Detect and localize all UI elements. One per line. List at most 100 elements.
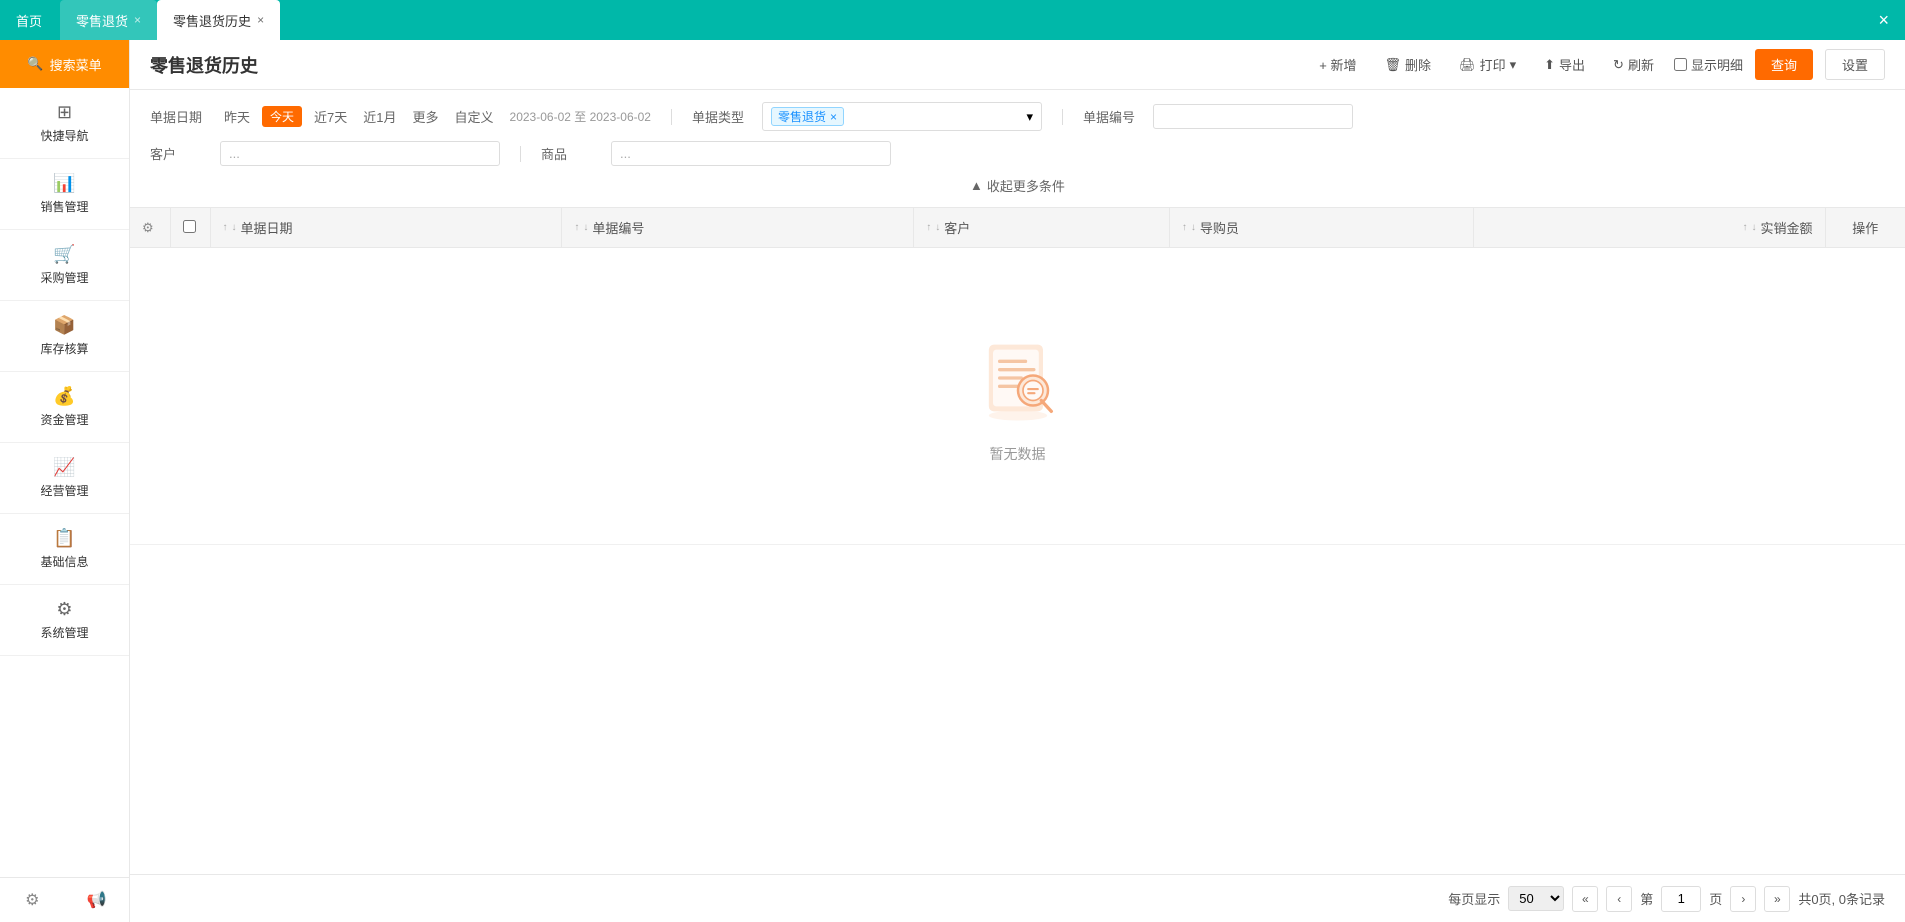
empty-state-cell: 暂无数据 bbox=[130, 248, 1905, 545]
select-all-checkbox[interactable] bbox=[183, 220, 196, 233]
th-doc-date-sortable[interactable]: ↑ ↓ 单据日期 bbox=[223, 218, 550, 237]
tab-retail-return-history[interactable]: 零售退货历史 × bbox=[157, 0, 280, 40]
doc-number-sort-asc: ↑ bbox=[574, 222, 579, 233]
volume-bottom-btn[interactable]: 📢 bbox=[65, 878, 130, 922]
page-input[interactable] bbox=[1661, 886, 1701, 912]
sidebar: 🔍 搜索菜单 ⊞ 快捷导航 📊 销售管理 🛒 采购管理 📦 库存核算 💰 资金管… bbox=[0, 40, 130, 922]
page-size-select[interactable]: 10 20 50 100 bbox=[1508, 886, 1564, 911]
refresh-button[interactable]: ↻ 刷新 bbox=[1605, 51, 1662, 78]
last-page-button[interactable]: » bbox=[1764, 886, 1790, 912]
th-customer-label: 客户 bbox=[944, 218, 970, 237]
sidebar-item-purchase[interactable]: 🛒 采购管理 bbox=[0, 230, 129, 301]
th-doc-number-sortable[interactable]: ↑ ↓ 单据编号 bbox=[574, 218, 901, 237]
main-layout: 🔍 搜索菜单 ⊞ 快捷导航 📊 销售管理 🛒 采购管理 📦 库存核算 💰 资金管… bbox=[0, 40, 1905, 922]
show-detail-label: 显示明细 bbox=[1691, 55, 1743, 74]
sidebar-item-sales[interactable]: 📊 销售管理 bbox=[0, 159, 129, 230]
customer-label: 客户 bbox=[150, 144, 220, 163]
empty-icon bbox=[968, 328, 1068, 428]
goods-select[interactable]: ... bbox=[611, 141, 891, 166]
filter-divider-2 bbox=[1062, 109, 1063, 125]
delete-button[interactable]: 🗑 删除 bbox=[1377, 51, 1440, 78]
customer-select[interactable]: ... bbox=[220, 141, 500, 166]
next-page-icon: › bbox=[1741, 892, 1745, 906]
tab-retail-return[interactable]: 零售退货 × bbox=[60, 0, 157, 40]
empty-state: 暂无数据 bbox=[130, 248, 1905, 544]
date-opt-more[interactable]: 更多 bbox=[409, 105, 443, 128]
next-page-button[interactable]: › bbox=[1730, 886, 1756, 912]
sidebar-item-quick-nav[interactable]: ⊞ 快捷导航 bbox=[0, 88, 129, 159]
filter-divider-3 bbox=[520, 146, 521, 162]
pagination: 每页显示 10 20 50 100 « ‹ 第 页 › » 共0页, 0条记录 bbox=[130, 874, 1905, 922]
search-icon: 🔍 bbox=[27, 56, 43, 72]
prev-page-button[interactable]: ‹ bbox=[1606, 886, 1632, 912]
tab-home-label: 首页 bbox=[16, 11, 42, 30]
doc-number-input[interactable] bbox=[1153, 104, 1353, 129]
th-amount-label: 实销金额 bbox=[1760, 218, 1812, 237]
inventory-icon: 📦 bbox=[53, 315, 75, 336]
sidebar-item-inventory[interactable]: 📦 库存核算 bbox=[0, 301, 129, 372]
filter-area: 单据日期 昨天 今天 近7天 近1月 更多 自定义 2023-06-02 至 2… bbox=[130, 90, 1905, 208]
first-page-button[interactable]: « bbox=[1572, 886, 1598, 912]
tab-retail-return-close[interactable]: × bbox=[134, 13, 141, 27]
settings-bottom-btn[interactable]: ⚙ bbox=[0, 878, 65, 922]
customer-sort-asc: ↑ bbox=[926, 222, 931, 233]
table-header: ⚙ ↑ ↓ 单据日期 bbox=[130, 208, 1905, 248]
amount-sort-desc: ↓ bbox=[1751, 222, 1756, 233]
doc-date-sort-desc: ↓ bbox=[232, 222, 237, 233]
volume-icon: 📢 bbox=[87, 890, 107, 910]
gear-icon[interactable]: ⚙ bbox=[142, 220, 154, 235]
sidebar-item-operations[interactable]: 📈 经营管理 bbox=[0, 443, 129, 514]
delete-icon: 🗑 bbox=[1385, 57, 1402, 73]
doc-type-tag-close[interactable]: × bbox=[830, 110, 837, 124]
doc-number-sort-desc: ↓ bbox=[583, 222, 588, 233]
guide-sort-desc: ↓ bbox=[1191, 222, 1196, 233]
sidebar-item-inventory-label: 库存核算 bbox=[40, 340, 88, 357]
new-button[interactable]: + 新增 bbox=[1311, 51, 1364, 78]
doc-type-dropdown-icon: ▾ bbox=[1026, 109, 1033, 125]
tab-retail-return-history-label: 零售退货历史 bbox=[173, 11, 251, 30]
sidebar-search[interactable]: 🔍 搜索菜单 bbox=[0, 40, 129, 88]
sidebar-search-label: 搜索菜单 bbox=[50, 55, 102, 74]
doc-type-tag[interactable]: 零售退货 × bbox=[771, 107, 844, 126]
print-button[interactable]: 🖨 打印 ▾ bbox=[1451, 51, 1524, 78]
content-area: 零售退货历史 + 新增 🗑 删除 🖨 打印 ▾ ⬆ 导出 bbox=[130, 40, 1905, 922]
export-button[interactable]: ⬆ 导出 bbox=[1536, 51, 1593, 78]
tab-home[interactable]: 首页 bbox=[0, 0, 58, 40]
date-opt-7days[interactable]: 近7天 bbox=[310, 105, 351, 128]
sidebar-item-basic-info[interactable]: 📋 基础信息 bbox=[0, 514, 129, 585]
collapse-button[interactable]: ▲ 收起更多条件 bbox=[970, 176, 1065, 195]
last-page-icon: » bbox=[1774, 892, 1781, 906]
settings-button[interactable]: 设置 bbox=[1825, 49, 1885, 80]
header-actions: + 新增 🗑 删除 🖨 打印 ▾ ⬆ 导出 ↻ 刷新 bbox=[1311, 49, 1885, 80]
sidebar-item-system[interactable]: ⚙ 系统管理 bbox=[0, 585, 129, 656]
empty-text: 暂无数据 bbox=[990, 444, 1046, 464]
system-icon: ⚙ bbox=[56, 599, 72, 620]
sidebar-item-finance[interactable]: 💰 资金管理 bbox=[0, 372, 129, 443]
customer-sort-desc: ↓ bbox=[935, 222, 940, 233]
date-opt-yesterday[interactable]: 昨天 bbox=[220, 105, 254, 128]
date-opt-custom[interactable]: 自定义 bbox=[451, 105, 498, 128]
th-guide-sortable[interactable]: ↑ ↓ 导购员 bbox=[1182, 218, 1461, 237]
doc-type-select[interactable]: 零售退货 × ▾ bbox=[762, 102, 1042, 131]
prev-page-icon: ‹ bbox=[1617, 892, 1621, 906]
new-button-label: + 新增 bbox=[1319, 55, 1356, 74]
th-amount-sortable[interactable]: ↑ ↓ 实销金额 bbox=[1486, 218, 1813, 237]
th-customer-sortable[interactable]: ↑ ↓ 客户 bbox=[926, 218, 1157, 237]
sidebar-item-basic-info-label: 基础信息 bbox=[40, 553, 88, 570]
query-button[interactable]: 查询 bbox=[1755, 49, 1813, 80]
date-opt-today[interactable]: 今天 bbox=[262, 106, 302, 127]
sidebar-item-sales-label: 销售管理 bbox=[40, 198, 88, 215]
refresh-icon: ↻ bbox=[1613, 57, 1624, 73]
top-bar: 首页 零售退货 × 零售退货历史 × × bbox=[0, 0, 1905, 40]
customer-placeholder: ... bbox=[229, 146, 240, 161]
collapse-icon: ▲ bbox=[970, 178, 983, 193]
doc-number-label: 单据编号 bbox=[1083, 107, 1153, 126]
doc-type-label: 单据类型 bbox=[692, 107, 762, 126]
th-doc-number: ↑ ↓ 单据编号 bbox=[562, 208, 914, 248]
show-detail-input[interactable] bbox=[1674, 58, 1687, 71]
show-detail-checkbox[interactable]: 显示明细 bbox=[1674, 55, 1743, 74]
tab-retail-return-history-close[interactable]: × bbox=[257, 13, 264, 27]
window-close-button[interactable]: × bbox=[1862, 10, 1905, 31]
th-amount: ↑ ↓ 实销金额 bbox=[1473, 208, 1825, 248]
date-opt-1month[interactable]: 近1月 bbox=[359, 105, 400, 128]
